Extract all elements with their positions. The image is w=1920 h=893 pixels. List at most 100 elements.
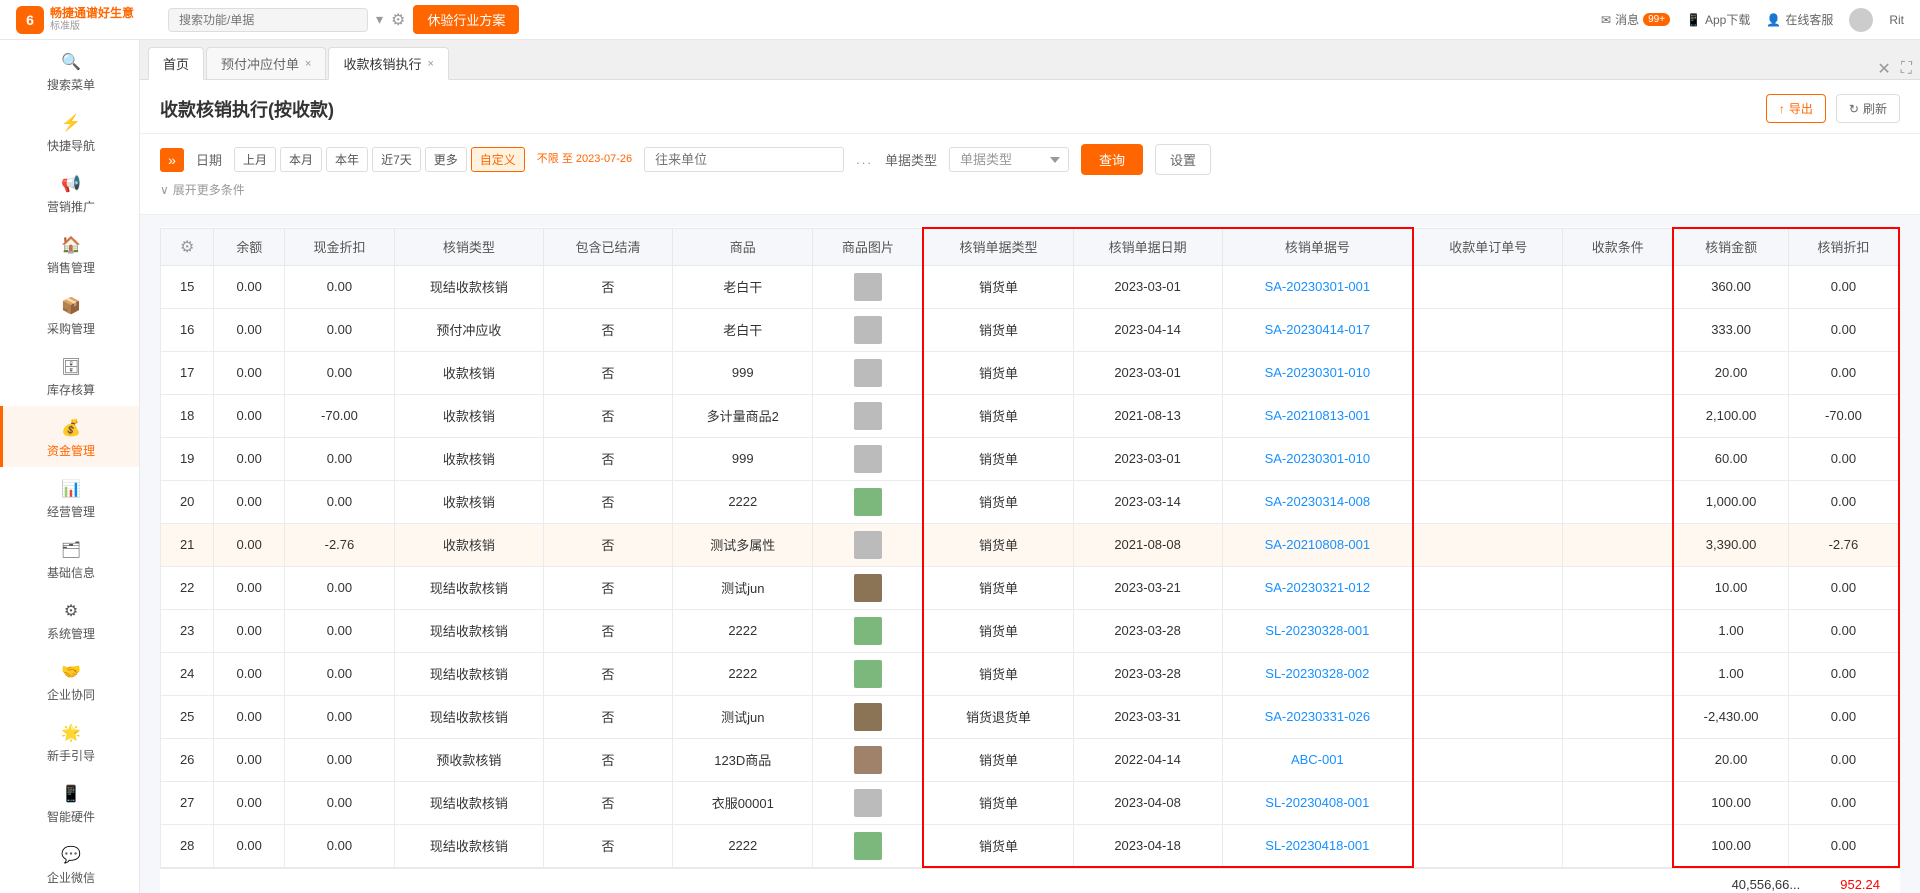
- cell-11-9: ABC-001: [1222, 738, 1413, 781]
- bill-no-link-7[interactable]: SA-20230321-012: [1265, 580, 1371, 595]
- cell-3-9: SA-20210813-001: [1222, 394, 1413, 437]
- table-gear-icon[interactable]: ⚙: [180, 239, 194, 256]
- sidebar-item-wechat[interactable]: 💬 企业微信: [0, 833, 139, 893]
- bill-no-link-12[interactable]: SL-20230408-001: [1265, 795, 1369, 810]
- window-close-icon[interactable]: ✕: [1877, 59, 1890, 79]
- refresh-btn[interactable]: ↻ 刷新: [1836, 94, 1900, 123]
- cell-6-11: [1563, 523, 1674, 566]
- export-btn[interactable]: ↑ 导出: [1766, 94, 1826, 123]
- cell-3-2: -70.00: [285, 394, 395, 437]
- tab-home[interactable]: 首页: [148, 47, 204, 80]
- window-expand-icon[interactable]: ⛶: [1901, 60, 1912, 78]
- sidebar-label-marketing: 营销推广: [47, 198, 95, 215]
- purchase-icon: 📦: [61, 296, 81, 316]
- footer-amount: 40,556,66...: [1732, 877, 1801, 892]
- btn-last-month[interactable]: 上月: [234, 147, 276, 172]
- bill-no-link-0[interactable]: SA-20230301-001: [1265, 279, 1371, 294]
- sidebar-item-marketing[interactable]: 📢 营销推广: [0, 162, 139, 223]
- cell-9-11: [1563, 652, 1674, 695]
- app-download-btn[interactable]: 📱 App下载: [1686, 11, 1750, 28]
- sidebar-item-operation[interactable]: 📊 经营管理: [0, 467, 139, 528]
- cell-1-12: 333.00: [1673, 308, 1788, 351]
- btn-last7[interactable]: 近7天: [372, 147, 421, 172]
- cell-9-2: 0.00: [285, 652, 395, 695]
- tab1-close-icon[interactable]: ×: [305, 58, 311, 70]
- sidebar-item-corp[interactable]: 🤝 企业协同: [0, 650, 139, 711]
- message-badge: 99+: [1643, 13, 1670, 26]
- wechat-icon: 💬: [61, 845, 81, 865]
- cell-12-10: [1413, 781, 1563, 824]
- filter-expand-btn[interactable]: »: [160, 148, 184, 172]
- bill-no-link-13[interactable]: SL-20230418-001: [1265, 838, 1369, 853]
- cell-8-11: [1563, 609, 1674, 652]
- btn-this-month[interactable]: 本月: [280, 147, 322, 172]
- cell-6-12: 3,390.00: [1673, 523, 1788, 566]
- sidebar-item-sales[interactable]: 🏠 销售管理: [0, 223, 139, 284]
- table-row: 170.000.00收款核销否999销货单2023-03-01SA-202303…: [161, 351, 1900, 394]
- setting-btn[interactable]: 设置: [1155, 144, 1211, 175]
- cell-10-6: [813, 695, 924, 738]
- sidebar-item-purchase[interactable]: 📦 采购管理: [0, 284, 139, 345]
- industry-btn[interactable]: 休验行业方案: [413, 5, 519, 34]
- bill-type-select[interactable]: 单据类型: [949, 147, 1069, 172]
- sidebar-item-finance[interactable]: 💰 资金管理: [0, 406, 139, 467]
- cell-4-9: SA-20230301-010: [1222, 437, 1413, 480]
- sidebar-item-system[interactable]: ⚙ 系统管理: [0, 589, 139, 650]
- cell-10-0: 25: [161, 695, 214, 738]
- cell-4-6: [813, 437, 924, 480]
- cell-5-12: 1,000.00: [1673, 480, 1788, 523]
- btn-this-year[interactable]: 本年: [326, 147, 368, 172]
- cell-0-4: 否: [543, 265, 672, 308]
- cell-1-9: SA-20230414-017: [1222, 308, 1413, 351]
- col-header-10: 收款单订单号: [1413, 228, 1563, 265]
- cell-1-7: 销货单: [923, 308, 1073, 351]
- table-row: 210.00-2.76收款核销否测试多属性销货单2021-08-08SA-202…: [161, 523, 1900, 566]
- bill-no-link-1[interactable]: SA-20230414-017: [1265, 322, 1371, 337]
- cell-12-12: 100.00: [1673, 781, 1788, 824]
- cell-11-5: 123D商品: [673, 738, 813, 781]
- expand-more-row[interactable]: ∨ 展开更多条件: [160, 175, 1900, 204]
- table-row: 180.00-70.00收款核销否多计量商品2销货单2021-08-13SA-2…: [161, 394, 1900, 437]
- settings-icon[interactable]: ⚙: [391, 10, 405, 30]
- bill-no-link-2[interactable]: SA-20230301-010: [1265, 365, 1371, 380]
- cell-5-13: 0.00: [1788, 480, 1899, 523]
- col-header-2: 现金折扣: [285, 228, 395, 265]
- btn-custom[interactable]: 自定义: [471, 147, 525, 172]
- product-image-8: [854, 617, 882, 645]
- tab-writeoff[interactable]: 收款核销执行 ×: [328, 47, 448, 80]
- tab2-close-icon[interactable]: ×: [427, 58, 433, 70]
- cell-2-6: [813, 351, 924, 394]
- cell-12-8: 2023-04-08: [1073, 781, 1222, 824]
- btn-more[interactable]: 更多: [425, 147, 467, 172]
- bill-no-link-8[interactable]: SL-20230328-001: [1265, 623, 1369, 638]
- bill-no-link-6[interactable]: SA-20210808-001: [1265, 537, 1371, 552]
- sidebar-item-search[interactable]: 🔍 搜索菜单: [0, 40, 139, 101]
- query-btn[interactable]: 查询: [1081, 144, 1143, 175]
- sidebar-item-quick-nav[interactable]: ⚡ 快捷导航: [0, 101, 139, 162]
- message-btn[interactable]: ✉ 消息 99+: [1601, 11, 1670, 28]
- quick-nav-icon: ⚡: [61, 113, 81, 133]
- bill-no-link-9[interactable]: SL-20230328-002: [1265, 666, 1369, 681]
- product-image-9: [854, 660, 882, 688]
- online-service-btn[interactable]: 👤 在线客服: [1766, 11, 1833, 28]
- bill-type-label: 单据类型: [885, 150, 937, 169]
- bill-no-link-4[interactable]: SA-20230301-010: [1265, 451, 1371, 466]
- sidebar-item-basic[interactable]: 🗂 基础信息: [0, 528, 139, 589]
- bill-no-link-3[interactable]: SA-20210813-001: [1265, 408, 1371, 423]
- cell-11-13: 0.00: [1788, 738, 1899, 781]
- cell-0-0: 15: [161, 265, 214, 308]
- tab-prepay[interactable]: 预付冲应付单 ×: [206, 47, 326, 79]
- user-avatar[interactable]: [1849, 8, 1873, 32]
- sidebar-item-hardware[interactable]: 📱 智能硬件: [0, 772, 139, 833]
- sidebar-item-inventory[interactable]: 🗄 库存核算: [0, 345, 139, 406]
- cell-12-1: 0.00: [214, 781, 285, 824]
- sidebar-item-guide[interactable]: 🌟 新手引导: [0, 711, 139, 772]
- cell-8-7: 销货单: [923, 609, 1073, 652]
- service-icon: 👤: [1766, 13, 1781, 27]
- source-unit-input[interactable]: [644, 147, 844, 172]
- bill-no-link-10[interactable]: SA-20230331-026: [1265, 709, 1371, 724]
- top-search-input[interactable]: [168, 8, 368, 32]
- bill-no-link-5[interactable]: SA-20230314-008: [1265, 494, 1371, 509]
- cell-12-2: 0.00: [285, 781, 395, 824]
- bill-no-link-11[interactable]: ABC-001: [1291, 752, 1344, 767]
